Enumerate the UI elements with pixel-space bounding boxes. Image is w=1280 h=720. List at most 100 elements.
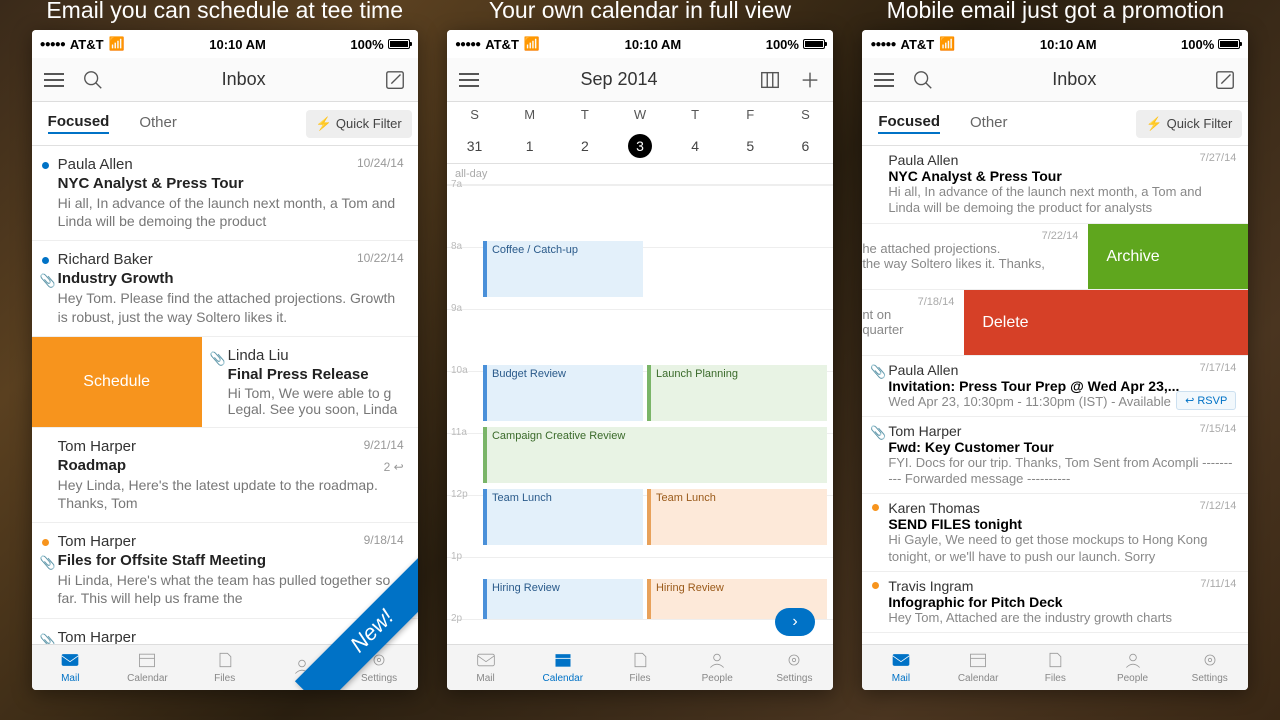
hamburger-icon[interactable]	[44, 73, 64, 87]
message-item[interactable]: Paula Allen NYC Analyst & Press Tour Hi …	[32, 146, 418, 241]
attachment-icon: 📎	[210, 351, 226, 367]
calendar-event[interactable]: Coffee / Catch-up	[483, 241, 643, 297]
inbox-tabs: Focused Other ⚡ Quick Filter	[862, 102, 1248, 146]
search-icon[interactable]	[82, 69, 104, 91]
tab-mail[interactable]: Mail	[32, 645, 109, 690]
tab-people[interactable]: People	[1094, 645, 1171, 690]
calendar-date[interactable]: 6	[778, 128, 833, 163]
hour-label: 9a	[451, 303, 462, 314]
inbox-tabs: Focused Other ⚡ Quick Filter	[32, 102, 418, 146]
calendar-event[interactable]: Campaign Creative Review	[483, 427, 827, 483]
hamburger-icon[interactable]	[874, 73, 894, 87]
calendar-date[interactable]: 5	[723, 128, 778, 163]
message-item-partial[interactable]: he attached projections. the way Soltero…	[862, 224, 1248, 290]
tab-focused[interactable]: Focused	[48, 113, 110, 134]
hour-label: 7a	[451, 179, 462, 190]
calendar-event[interactable]: Budget Review	[483, 365, 643, 421]
tab-mail[interactable]: Mail	[447, 645, 524, 690]
headline-1: Email you can schedule at tee time	[46, 0, 403, 30]
inbox-title: Inbox	[1052, 69, 1096, 90]
attachment-icon: 📎	[40, 273, 56, 289]
calendar-date[interactable]: 4	[668, 128, 723, 163]
nav-bar: Sep 2014	[447, 58, 833, 102]
tab-calendar[interactable]: Calendar	[940, 645, 1017, 690]
quick-filter-button[interactable]: ⚡ Quick Filter	[1136, 110, 1242, 138]
tab-calendar[interactable]: Calendar	[109, 645, 186, 690]
inbox-title: Inbox	[222, 69, 266, 90]
layout-toggle-icon[interactable]	[759, 69, 781, 91]
hour-label: 8a	[451, 241, 462, 252]
add-event-icon[interactable]	[799, 69, 821, 91]
hour-label: 10a	[451, 365, 468, 376]
tab-bar: Mail Calendar Files People Settings	[862, 644, 1248, 690]
calendar-event[interactable]: Team Lunch	[483, 489, 643, 545]
quick-filter-button[interactable]: ⚡ Quick Filter	[306, 110, 412, 138]
hamburger-icon[interactable]	[459, 73, 479, 87]
tab-other[interactable]: Other	[139, 114, 177, 133]
calendar-event[interactable]: Hiring Review	[483, 579, 643, 619]
calendar-grid[interactable]: 7a8a9a10a11a12p1p2pCoffee / Catch-upBudg…	[447, 185, 833, 644]
calendar-event[interactable]: Launch Planning	[647, 365, 827, 421]
schedule-action[interactable]: Schedule	[32, 337, 202, 427]
weekday-label: T	[557, 102, 612, 128]
status-bar: ●●●●●AT&T📶 10:10 AM 100%	[447, 30, 833, 58]
weekday-label: F	[723, 102, 778, 128]
message-item[interactable]: 📎 Tom Harper Files for Offsite Staff Mee…	[32, 523, 418, 618]
thread-count: 2 ↩	[384, 460, 404, 474]
tab-settings[interactable]: Settings	[756, 645, 833, 690]
flag-dot-icon	[872, 504, 879, 511]
attachment-icon: 📎	[40, 555, 56, 571]
hour-label: 1p	[451, 551, 462, 562]
search-icon[interactable]	[912, 69, 934, 91]
flag-dot-icon	[872, 582, 879, 589]
message-list: Paula Allen NYC Analyst & Press Tour Hi …	[32, 146, 418, 644]
attachment-icon: 📎	[870, 425, 886, 441]
weekday-label: S	[447, 102, 502, 128]
tab-files[interactable]: Files	[601, 645, 678, 690]
calendar-weekdays: SMTWTFS	[447, 102, 833, 128]
tab-people[interactable]: People	[679, 645, 756, 690]
calendar-date[interactable]: 31	[447, 128, 502, 163]
weekday-label: W	[612, 102, 667, 128]
message-list: Paula Allen NYC Analyst & Press Tour Hi …	[862, 146, 1248, 644]
hour-label: 11a	[451, 427, 467, 438]
message-item[interactable]: Paula Allen NYC Analyst & Press Tour Hi …	[862, 146, 1248, 224]
tab-settings[interactable]: Settings	[1171, 645, 1248, 690]
tab-other[interactable]: Other	[970, 114, 1008, 133]
calendar-date[interactable]: 3	[612, 128, 667, 163]
message-item[interactable]: Karen Thomas SEND FILES tonight Hi Gayle…	[862, 494, 1248, 572]
rsvp-button[interactable]: ↩ RSVP	[1176, 391, 1236, 410]
status-bar: ●●●●●AT&T📶 10:10 AM 100%	[862, 30, 1248, 58]
swipe-stack[interactable]: Archive Delete he attached projections. …	[862, 224, 1248, 356]
message-item[interactable]: 📎 Tom Harper Fwd: Key Customer Tour FYI.…	[862, 417, 1248, 495]
weekday-label: T	[668, 102, 723, 128]
weekday-label: M	[502, 102, 557, 128]
calendar-date[interactable]: 1	[502, 128, 557, 163]
hour-label: 12p	[451, 489, 468, 500]
tab-focused[interactable]: Focused	[878, 113, 940, 134]
weekday-label: S	[778, 102, 833, 128]
message-item-partial[interactable]: nt on quarter 7/18/14	[862, 290, 1248, 356]
message-swipe-schedule[interactable]: Schedule 📎 Linda Liu Final Press Release…	[32, 337, 418, 428]
hour-label: 2p	[451, 613, 462, 624]
message-item[interactable]: Tom Harper Roadmap Hey Linda, Here's the…	[32, 428, 418, 523]
headline-3: Mobile email just got a promotion	[887, 0, 1225, 30]
nav-bar: Inbox	[32, 58, 418, 102]
message-item[interactable]: Travis Ingram Infographic for Pitch Deck…	[862, 572, 1248, 633]
calendar-event[interactable]: Team Lunch	[647, 489, 827, 545]
next-day-button[interactable]: ›	[775, 608, 815, 636]
message-item[interactable]: 📎 Paula Allen Invitation: Press Tour Pre…	[862, 356, 1248, 417]
compose-icon[interactable]	[384, 69, 406, 91]
tab-files[interactable]: Files	[1017, 645, 1094, 690]
tab-calendar[interactable]: Calendar	[524, 645, 601, 690]
attachment-icon: 📎	[870, 364, 886, 380]
tab-files[interactable]: Files	[186, 645, 263, 690]
tab-mail[interactable]: Mail	[862, 645, 939, 690]
calendar-date[interactable]: 2	[557, 128, 612, 163]
phone-calendar: ●●●●●AT&T📶 10:10 AM 100% Sep 2014 SMTWTF…	[447, 30, 833, 690]
compose-icon[interactable]	[1214, 69, 1236, 91]
message-item[interactable]: 📎 Richard Baker Industry Growth Hey Tom.…	[32, 241, 418, 336]
attachment-icon: 📎	[40, 633, 56, 645]
phone-inbox-swipe: ●●●●●AT&T📶 10:10 AM 100% Inbox Focused O…	[862, 30, 1248, 690]
calendar-title: Sep 2014	[580, 69, 657, 90]
